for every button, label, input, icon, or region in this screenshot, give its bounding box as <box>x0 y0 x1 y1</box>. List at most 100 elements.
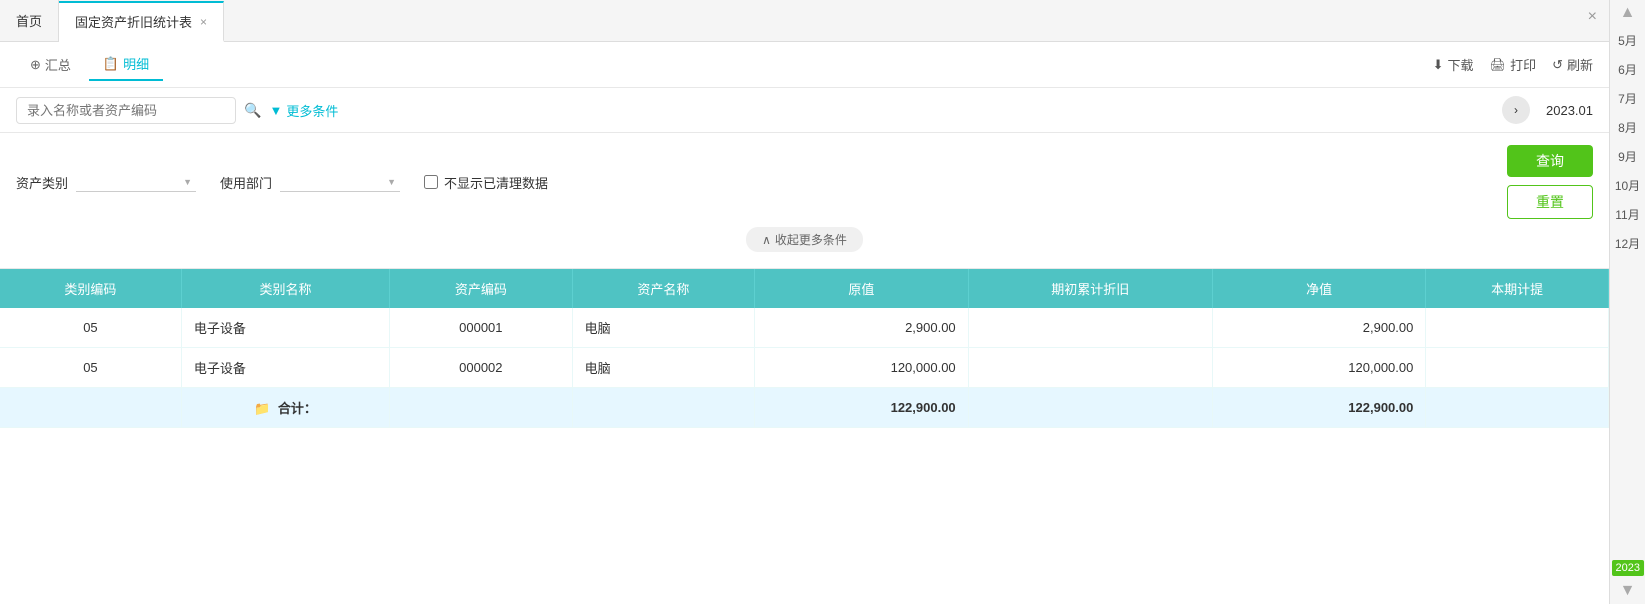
sidebar-month-10[interactable]: 10月 <box>1610 171 1645 200</box>
row2-accumulated-depreciation <box>968 348 1212 388</box>
th-asset-code: 资产编码 <box>390 269 573 308</box>
row2-category-name: 电子设备 <box>181 348 389 388</box>
row1-category-name: 电子设备 <box>181 308 389 348</box>
refresh-icon: ↺ <box>1552 57 1563 73</box>
tab-close-icon[interactable]: × <box>200 15 207 29</box>
refresh-label: 刷新 <box>1567 55 1593 74</box>
toolbar-actions: ⬇ 下载 🖨 打印 ↺ 刷新 <box>1433 55 1593 74</box>
hide-cleared-input[interactable] <box>424 175 438 189</box>
th-asset-name: 资产名称 <box>572 269 755 308</box>
asset-type-select-wrapper <box>76 172 196 192</box>
download-icon: ⬇ <box>1433 57 1444 73</box>
row1-net-value: 2,900.00 <box>1212 308 1426 348</box>
table-wrapper: 类别编码 类别名称 资产编码 资产名称 原值 期初累计折旧 净值 本期计提 05… <box>0 269 1609 604</box>
sidebar-month-6[interactable]: 6月 <box>1610 55 1645 84</box>
row2-category-code: 05 <box>0 348 181 388</box>
total-label: 合计： <box>278 401 317 416</box>
row1-asset-name: 电脑 <box>572 308 755 348</box>
year-badge: 2023 <box>1612 560 1644 576</box>
detail-tab-button[interactable]: 📋 明细 <box>89 48 163 81</box>
sidebar-nav-up[interactable]: ▲ <box>1616 0 1640 26</box>
asset-type-filter: 资产类别 <box>16 172 196 192</box>
summary-tab-button[interactable]: ⊕ 汇总 <box>16 49 85 80</box>
tab-home-label: 首页 <box>16 11 42 30</box>
hide-cleared-checkbox[interactable]: 不显示已清理数据 <box>424 173 548 192</box>
tab-depreciation[interactable]: 固定资产折旧统计表 × <box>59 1 224 42</box>
th-net-value: 净值 <box>1212 269 1426 308</box>
total-row: 📁 合计： 122,900.00 122,900.00 <box>0 388 1609 428</box>
more-filters-button[interactable]: ▼ 更多条件 <box>269 101 338 120</box>
row2-asset-code: 000002 <box>390 348 573 388</box>
search-icon[interactable]: 🔍 <box>244 102 261 119</box>
search-input[interactable] <box>16 97 236 124</box>
print-action[interactable]: 🖨 打印 <box>1490 55 1537 74</box>
right-sidebar: ▲ 5月 6月 7月 8月 9月 10月 11月 12月 2023 ▼ <box>1609 0 1645 604</box>
download-label: 下载 <box>1448 55 1474 74</box>
collapse-bar: ∧ 收起更多条件 <box>16 219 1593 260</box>
filter-panel: 资产类别 使用部门 不显示已清理数据 <box>0 133 1609 269</box>
print-icon: 🖨 <box>1490 57 1507 73</box>
sidebar-month-7[interactable]: 7月 <box>1610 84 1645 113</box>
detail-label: 明细 <box>123 54 149 73</box>
total-label-cell: 📁 合计： <box>181 388 389 428</box>
th-current-depreciation: 本期计提 <box>1426 269 1609 308</box>
collapse-label: 收起更多条件 <box>775 231 847 248</box>
row2-net-value: 120,000.00 <box>1212 348 1426 388</box>
hide-cleared-label: 不显示已清理数据 <box>444 173 548 192</box>
total-current-depreciation <box>1426 388 1609 428</box>
row2-asset-name: 电脑 <box>572 348 755 388</box>
row1-current-depreciation <box>1426 308 1609 348</box>
asset-type-select[interactable] <box>76 172 196 192</box>
detail-icon: 📋 <box>103 56 119 72</box>
search-bar: 🔍 ▼ 更多条件 › 2023.01 <box>0 88 1609 133</box>
filter-icon: ▼ <box>269 103 282 118</box>
collapse-icon: ∧ <box>762 233 771 247</box>
nav-arrow-button[interactable]: › <box>1502 96 1530 124</box>
download-action[interactable]: ⬇ 下载 <box>1433 55 1474 74</box>
sidebar-month-12[interactable]: 12月 <box>1610 229 1645 258</box>
table-row[interactable]: 05 电子设备 000002 电脑 120,000.00 120,000.00 <box>0 348 1609 388</box>
row1-original-value: 2,900.00 <box>755 308 969 348</box>
toolbar: ⊕ 汇总 📋 明细 ⬇ 下载 🖨 打印 ↺ 刷新 <box>0 42 1609 88</box>
tab-home[interactable]: 首页 <box>0 0 59 41</box>
table-row[interactable]: 05 电子设备 000001 电脑 2,900.00 2,900.00 <box>0 308 1609 348</box>
collapse-button[interactable]: ∧ 收起更多条件 <box>746 227 863 252</box>
sidebar-nav-down[interactable]: ▼ <box>1616 578 1640 604</box>
filter-row: 资产类别 使用部门 不显示已清理数据 <box>16 145 1593 219</box>
department-select[interactable] <box>280 172 400 192</box>
total-accumulated-depreciation <box>968 388 1212 428</box>
department-label: 使用部门 <box>220 173 272 192</box>
th-category-name: 类别名称 <box>181 269 389 308</box>
filter-label: 更多条件 <box>286 101 338 120</box>
data-table: 类别编码 类别名称 资产编码 资产名称 原值 期初累计折旧 净值 本期计提 05… <box>0 269 1609 428</box>
print-label: 打印 <box>1510 55 1536 74</box>
department-select-wrapper <box>280 172 400 192</box>
department-filter: 使用部门 <box>220 172 400 192</box>
date-label: 2023.01 <box>1546 103 1593 118</box>
refresh-action[interactable]: ↺ 刷新 <box>1552 55 1593 74</box>
reset-button[interactable]: 重置 <box>1507 185 1593 219</box>
summary-label: 汇总 <box>45 55 71 74</box>
summary-icon: ⊕ <box>30 57 41 73</box>
th-original-value: 原值 <box>755 269 969 308</box>
asset-type-label: 资产类别 <box>16 173 68 192</box>
sidebar-month-11[interactable]: 11月 <box>1610 200 1645 229</box>
sidebar-month-5[interactable]: 5月 <box>1610 26 1645 55</box>
filter-buttons: 查询 重置 <box>1507 145 1593 219</box>
row1-asset-code: 000001 <box>390 308 573 348</box>
tab-depreciation-label: 固定资产折旧统计表 <box>75 12 192 31</box>
sidebar-month-9[interactable]: 9月 <box>1610 142 1645 171</box>
th-category-code: 类别编码 <box>0 269 181 308</box>
row2-current-depreciation <box>1426 348 1609 388</box>
query-button[interactable]: 查询 <box>1507 145 1593 177</box>
window-close-button[interactable]: × <box>1588 8 1597 26</box>
total-icon: 📁 <box>254 401 270 416</box>
row1-accumulated-depreciation <box>968 308 1212 348</box>
sidebar-month-8[interactable]: 8月 <box>1610 113 1645 142</box>
table-header-row: 类别编码 类别名称 资产编码 资产名称 原值 期初累计折旧 净值 本期计提 <box>0 269 1609 308</box>
total-empty-1 <box>0 388 181 428</box>
row2-original-value: 120,000.00 <box>755 348 969 388</box>
total-empty-2 <box>390 388 573 428</box>
total-net-value: 122,900.00 <box>1212 388 1426 428</box>
total-empty-3 <box>572 388 755 428</box>
